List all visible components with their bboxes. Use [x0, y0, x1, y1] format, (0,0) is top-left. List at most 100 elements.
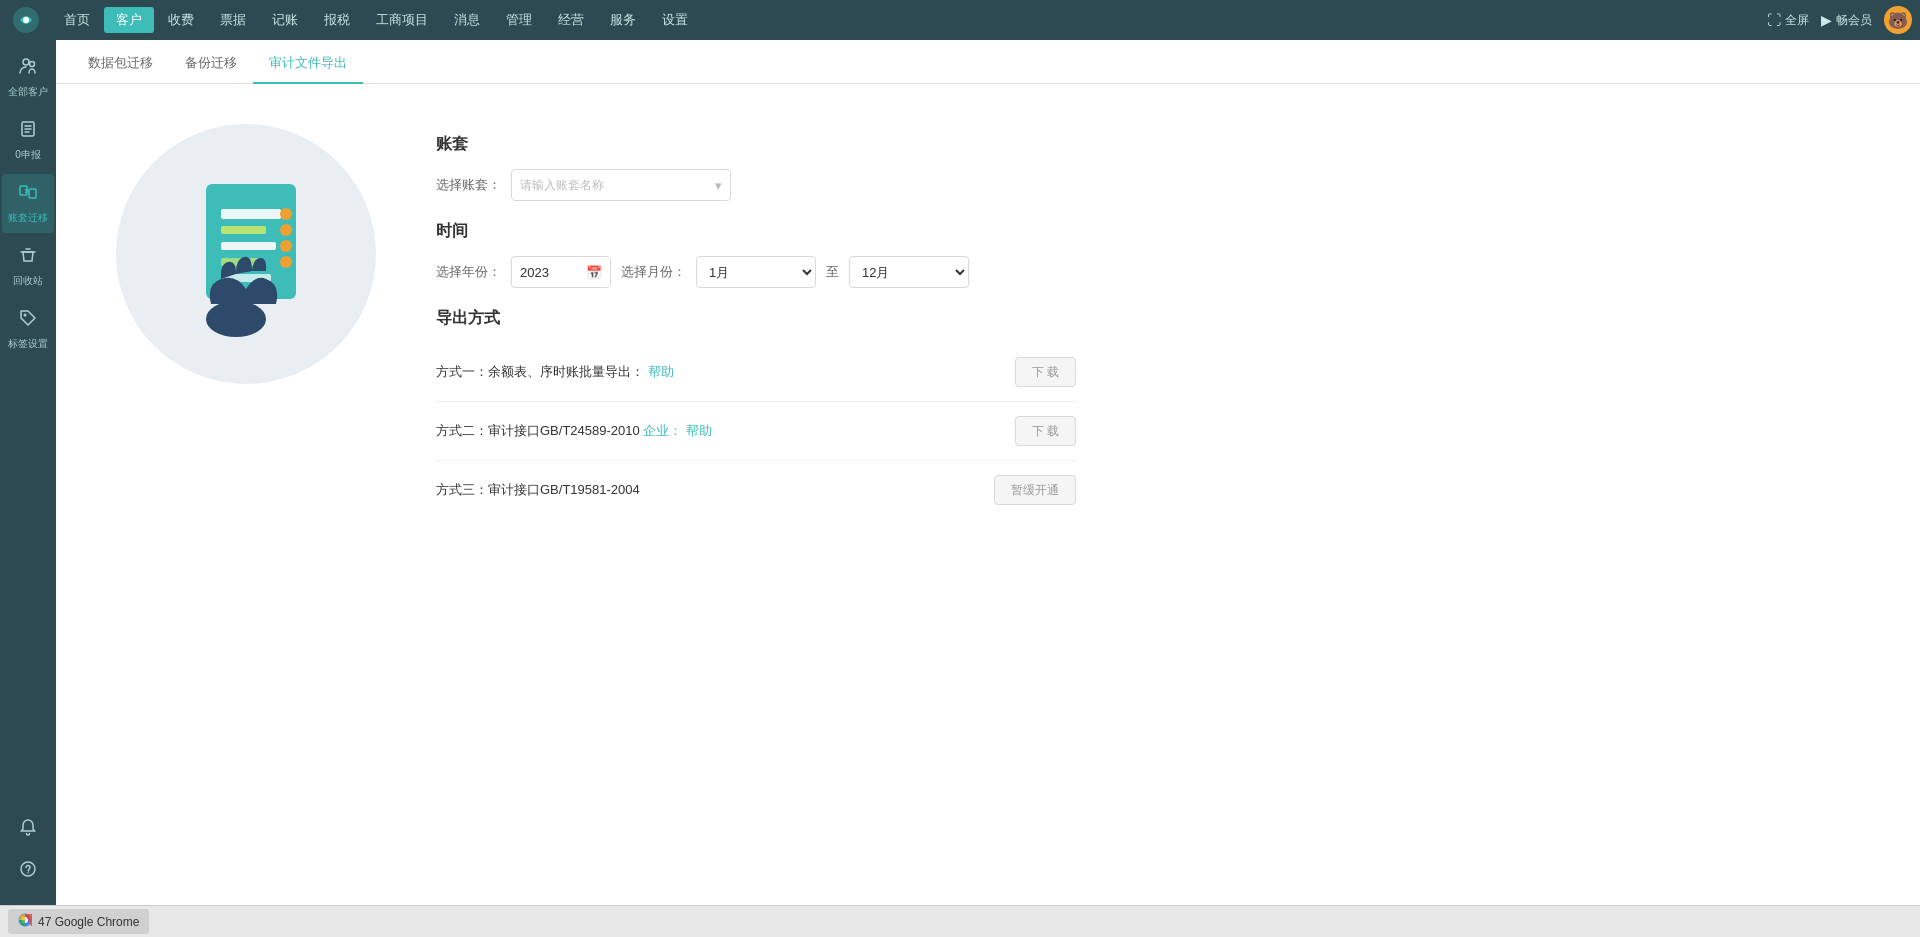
svg-point-12 — [27, 872, 29, 874]
svg-point-23 — [206, 301, 266, 337]
chrome-icon — [18, 913, 32, 930]
top-nav: 首页 客户 收费 票据 记账 报税 工商项目 消息 管理 经营 服务 设置 ⛶ … — [0, 0, 1920, 40]
method-2-download-btn[interactable]: 下 载 — [1015, 416, 1076, 446]
svg-rect-14 — [221, 209, 281, 219]
month-start-select[interactable]: 1月2月3月4月 5月6月7月8月 9月10月11月12月 — [696, 256, 816, 288]
svg-point-1 — [23, 17, 29, 23]
fullscreen-icon: ⛶ — [1767, 12, 1781, 28]
calendar-icon: 📅 — [586, 265, 602, 280]
month-end-select[interactable]: 1月2月3月4月 5月6月7月8月 9月10月11月12月 — [849, 256, 969, 288]
svg-point-21 — [280, 240, 292, 252]
svg-point-22 — [280, 256, 292, 268]
month-connector: 至 — [826, 263, 839, 281]
nav-service[interactable]: 服务 — [598, 7, 648, 33]
sidebar-label-tag-settings: 标签设置 — [8, 337, 48, 351]
account-section-title: 账套 — [436, 134, 1860, 155]
sidebar-item-recycle[interactable]: 回收站 — [2, 237, 54, 296]
svg-point-3 — [30, 62, 35, 67]
tab-backup-migrate[interactable]: 备份迁移 — [169, 44, 253, 84]
export-method-2: 方式二：审计接口GB/T24589-2010 企业： 帮助 下 载 — [436, 402, 1076, 461]
page-content: 账套 选择账套： 请输入账套名称 ▾ 时间 选择年份： 2023 📅 — [56, 84, 1920, 905]
account-row: 选择账套： 请输入账套名称 ▾ — [436, 169, 1860, 201]
sidebar-label-all-customers: 全部客户 — [8, 85, 48, 99]
tab-bar: 数据包迁移 备份迁移 审计文件导出 — [56, 40, 1920, 84]
svg-point-10 — [24, 314, 27, 317]
sidebar-label-recycle: 回收站 — [13, 274, 43, 288]
method-1-text: 方式一：余额表、序时账批量导出： 帮助 — [436, 363, 674, 381]
nav-customer[interactable]: 客户 — [104, 7, 154, 33]
vip-btn[interactable]: ▶ 畅会员 — [1821, 12, 1872, 29]
play-icon: ▶ — [1821, 12, 1832, 28]
sidebar: 全部客户 0申报 账套迁移 — [0, 40, 56, 905]
tax-return-icon — [18, 119, 38, 144]
account-label: 选择账套： — [436, 176, 501, 194]
chrome-taskbar-item[interactable]: 47 Google Chrome — [8, 909, 149, 934]
svg-point-19 — [280, 208, 292, 220]
nav-economy[interactable]: 经营 — [546, 7, 596, 33]
nav-manage[interactable]: 管理 — [494, 7, 544, 33]
method-1-download-btn[interactable]: 下 载 — [1015, 357, 1076, 387]
fullscreen-label: 全屏 — [1785, 12, 1809, 29]
nav-home[interactable]: 首页 — [52, 7, 102, 33]
account-select[interactable]: 请输入账套名称 ▾ — [511, 169, 731, 201]
time-section-title: 时间 — [436, 221, 1860, 242]
export-method-1: 方式一：余额表、序时账批量导出： 帮助 下 载 — [436, 343, 1076, 402]
svg-rect-9 — [29, 189, 36, 198]
sidebar-help[interactable] — [2, 851, 54, 889]
sidebar-item-tag-settings[interactable]: 标签设置 — [2, 300, 54, 359]
nav-business[interactable]: 工商项目 — [364, 7, 440, 33]
form-area: 账套 选择账套： 请输入账套名称 ▾ 时间 选择年份： 2023 📅 — [436, 124, 1860, 519]
sidebar-label-tax-return: 0申报 — [15, 148, 41, 162]
svg-point-20 — [280, 224, 292, 236]
method-2-text: 方式二：审计接口GB/T24589-2010 企业： 帮助 — [436, 422, 712, 440]
sidebar-label-account-migrate: 账套迁移 — [8, 211, 48, 225]
export-method-3: 方式三：审计接口GB/T19581-2004 暂缓开通 — [436, 461, 1076, 519]
nav-invoice[interactable]: 票据 — [208, 7, 258, 33]
main-layout: 全部客户 0申报 账套迁移 — [0, 40, 1920, 905]
app-logo[interactable] — [8, 2, 44, 38]
method-2-help[interactable]: 帮助 — [686, 423, 712, 438]
month-label: 选择月份： — [621, 263, 686, 281]
chrome-taskbar-label: 47 Google Chrome — [38, 915, 139, 929]
year-label: 选择年份： — [436, 263, 501, 281]
tab-audit-export[interactable]: 审计文件导出 — [253, 44, 363, 84]
nav-bookkeeping[interactable]: 记账 — [260, 7, 310, 33]
nav-message[interactable]: 消息 — [442, 7, 492, 33]
nav-fee[interactable]: 收费 — [156, 7, 206, 33]
time-row: 选择年份： 2023 📅 选择月份： 1月2月3月4月 5月6月7月8月 9月1… — [436, 256, 1860, 288]
method-1-help[interactable]: 帮助 — [648, 364, 674, 379]
sidebar-item-tax-return[interactable]: 0申报 — [2, 111, 54, 170]
year-input[interactable]: 2023 📅 — [511, 256, 611, 288]
method-3-text: 方式三：审计接口GB/T19581-2004 — [436, 481, 640, 499]
content-area: 数据包迁移 备份迁移 审计文件导出 — [56, 40, 1920, 905]
svg-point-11 — [21, 862, 35, 876]
nav-settings[interactable]: 设置 — [650, 7, 700, 33]
taskbar: 47 Google Chrome — [0, 905, 1920, 937]
svg-rect-16 — [221, 242, 276, 250]
account-placeholder: 请输入账套名称 — [520, 177, 604, 194]
nav-tax[interactable]: 报税 — [312, 7, 362, 33]
nav-items: 首页 客户 收费 票据 记账 报税 工商项目 消息 管理 经营 服务 设置 — [52, 7, 1767, 33]
avatar[interactable]: 🐻 — [1884, 6, 1912, 34]
method-2-company: 企业： — [643, 423, 682, 438]
sidebar-notification[interactable] — [2, 809, 54, 847]
sidebar-bottom — [2, 809, 54, 897]
audit-illustration — [166, 164, 326, 344]
method-3-vip-btn[interactable]: 暂缓开通 — [994, 475, 1076, 505]
fullscreen-btn[interactable]: ⛶ 全屏 — [1767, 12, 1809, 29]
svg-rect-15 — [221, 226, 266, 234]
year-value: 2023 — [520, 265, 549, 280]
svg-point-2 — [23, 59, 29, 65]
account-migrate-icon — [18, 182, 38, 207]
notification-icon — [18, 817, 38, 839]
tab-data-migrate[interactable]: 数据包迁移 — [72, 44, 169, 84]
avatar-icon: 🐻 — [1888, 11, 1908, 30]
sidebar-item-all-customers[interactable]: 全部客户 — [2, 48, 54, 107]
customers-icon — [18, 56, 38, 81]
tag-icon — [18, 308, 38, 333]
export-section-title: 导出方式 — [436, 308, 1860, 329]
illustration-circle — [116, 124, 376, 384]
sidebar-item-account-migrate[interactable]: 账套迁移 — [2, 174, 54, 233]
top-nav-right: ⛶ 全屏 ▶ 畅会员 🐻 — [1767, 6, 1912, 34]
help-icon — [18, 859, 38, 881]
